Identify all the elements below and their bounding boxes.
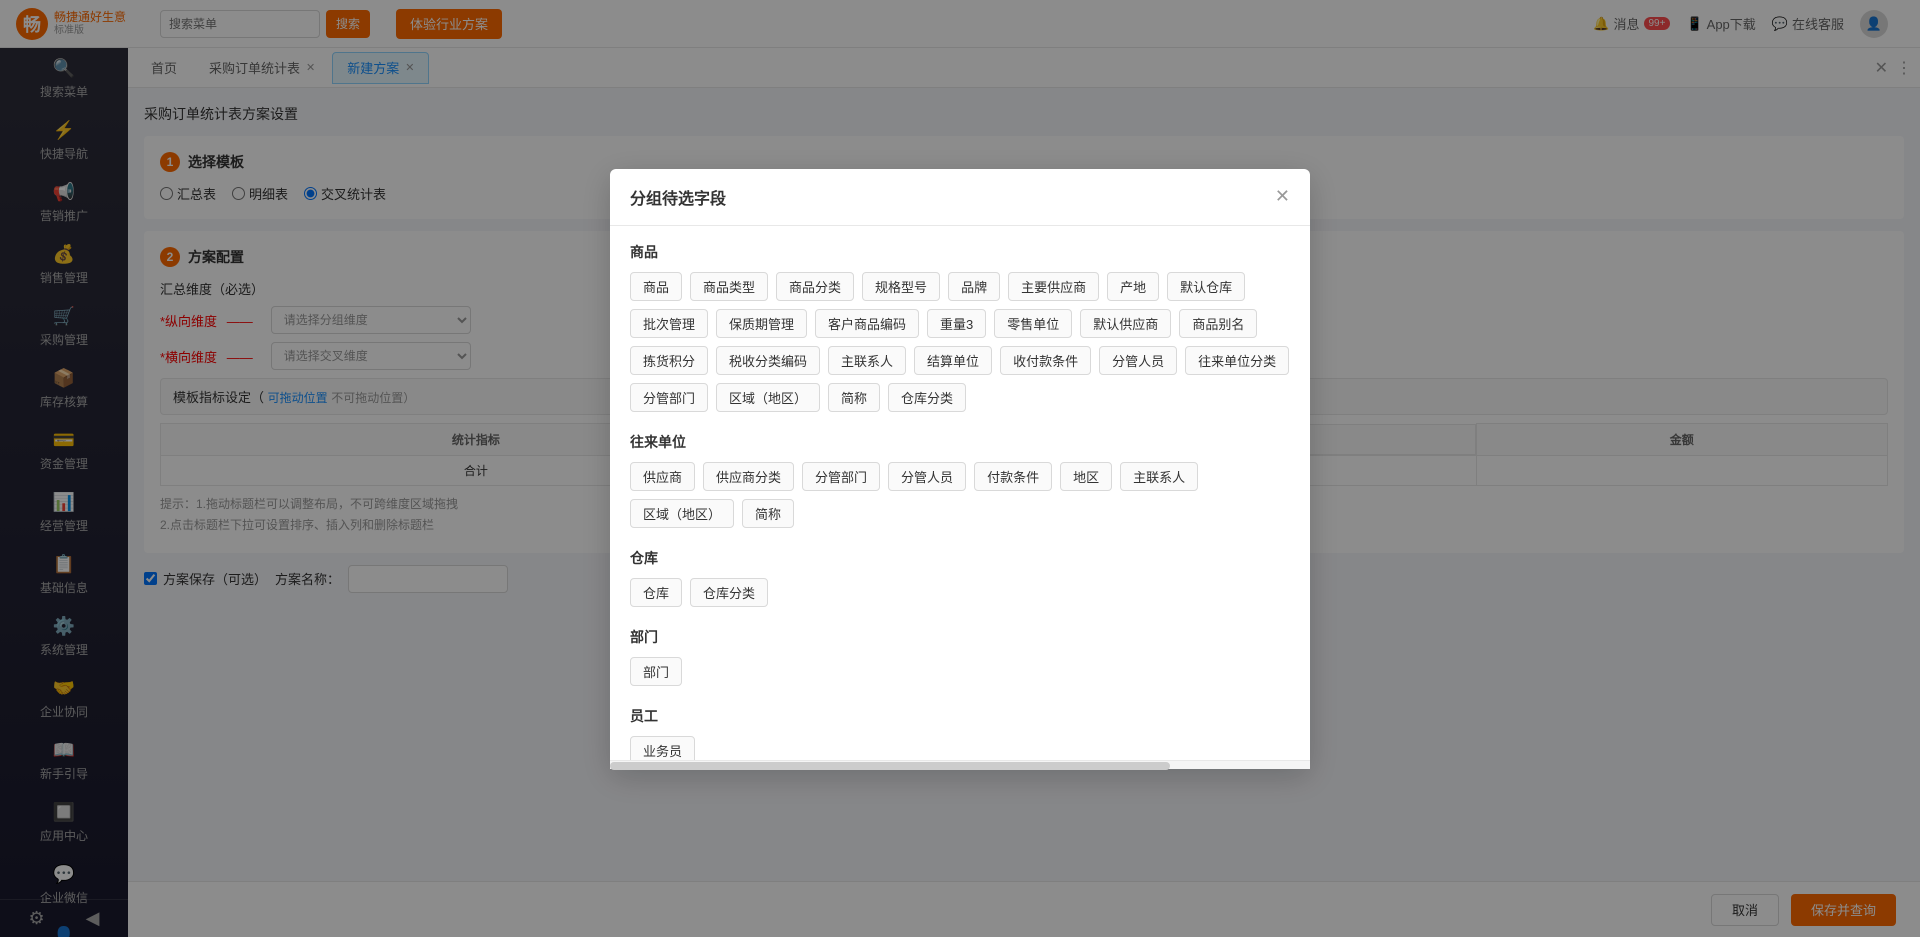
field-tag[interactable]: 仓库分类 xyxy=(690,578,768,607)
field-tag[interactable]: 区域（地区） xyxy=(630,499,734,528)
field-tag[interactable]: 零售单位 xyxy=(994,309,1072,338)
field-tag[interactable]: 主联系人 xyxy=(828,346,906,375)
field-tag[interactable]: 结算单位 xyxy=(914,346,992,375)
field-tag[interactable]: 品牌 xyxy=(948,272,1000,301)
field-tag[interactable]: 主要供应商 xyxy=(1008,272,1099,301)
modal-body: 商品商品商品类型商品分类规格型号品牌主要供应商产地默认仓库批次管理保质期管理客户… xyxy=(610,226,1310,761)
section-title-goods: 商品 xyxy=(630,242,1290,262)
field-tag[interactable]: 简称 xyxy=(828,383,880,412)
field-tag[interactable]: 分管人员 xyxy=(1099,346,1177,375)
field-tag[interactable]: 产地 xyxy=(1107,272,1159,301)
section-title-employee: 员工 xyxy=(630,706,1290,726)
field-tag[interactable]: 区域（地区） xyxy=(716,383,820,412)
section-title-warehouse: 仓库 xyxy=(630,548,1290,568)
field-tag[interactable]: 商品分类 xyxy=(776,272,854,301)
field-grid-partner: 供应商供应商分类分管部门分管人员付款条件地区主联系人区域（地区） 简称 xyxy=(630,462,1290,528)
field-tag[interactable]: 商品类型 xyxy=(690,272,768,301)
modal-header: 分组待选字段 ✕ xyxy=(610,169,1310,226)
modal-title: 分组待选字段 xyxy=(630,185,726,209)
field-tag[interactable]: 商品别名 xyxy=(1179,309,1257,338)
modal: 分组待选字段 ✕ 商品商品商品类型商品分类规格型号品牌主要供应商产地默认仓库批次… xyxy=(610,169,1310,769)
field-grid-employee: 业务员 xyxy=(630,736,1290,761)
field-tag[interactable]: 默认供应商 xyxy=(1080,309,1171,338)
modal-section-goods: 商品商品商品类型商品分类规格型号品牌主要供应商产地默认仓库批次管理保质期管理客户… xyxy=(630,242,1290,412)
field-grid-department: 部门 xyxy=(630,657,1290,686)
field-tag[interactable]: 简称 xyxy=(742,499,794,528)
modal-section-department: 部门部门 xyxy=(630,627,1290,686)
field-grid-warehouse: 仓库仓库分类 xyxy=(630,578,1290,607)
field-tag[interactable]: 仓库分类 xyxy=(888,383,966,412)
field-tag[interactable]: 供应商分类 xyxy=(703,462,794,491)
field-tag[interactable]: 往来单位分类 xyxy=(1185,346,1289,375)
field-tag[interactable]: 保质期管理 xyxy=(716,309,807,338)
field-tag[interactable]: 付款条件 xyxy=(974,462,1052,491)
field-tag[interactable]: 分管部门 xyxy=(630,383,708,412)
field-tag[interactable]: 客户商品编码 xyxy=(815,309,919,338)
field-tag[interactable]: 地区 xyxy=(1060,462,1112,491)
field-tag[interactable]: 规格型号 xyxy=(862,272,940,301)
section-title-department: 部门 xyxy=(630,627,1290,647)
section-title-partner: 往来单位 xyxy=(630,432,1290,452)
field-tag[interactable]: 默认仓库 xyxy=(1167,272,1245,301)
field-tag[interactable]: 分管部门 xyxy=(802,462,880,491)
modal-section-warehouse: 仓库仓库仓库分类 xyxy=(630,548,1290,607)
field-tag[interactable]: 仓库 xyxy=(630,578,682,607)
modal-overlay: 分组待选字段 ✕ 商品商品商品类型商品分类规格型号品牌主要供应商产地默认仓库批次… xyxy=(0,0,1920,937)
field-tag[interactable]: 税收分类编码 xyxy=(716,346,820,375)
field-tag[interactable]: 商品 xyxy=(630,272,682,301)
field-tag[interactable]: 收付款条件 xyxy=(1000,346,1091,375)
field-tag[interactable]: 主联系人 xyxy=(1120,462,1198,491)
modal-horizontal-scrollbar[interactable] xyxy=(610,760,1310,768)
field-tag[interactable]: 供应商 xyxy=(630,462,695,491)
field-tag[interactable]: 批次管理 xyxy=(630,309,708,338)
modal-section-employee: 员工业务员 xyxy=(630,706,1290,761)
field-tag[interactable]: 拣货积分 xyxy=(630,346,708,375)
modal-close-button[interactable]: ✕ xyxy=(1275,186,1290,207)
scrollbar-thumb xyxy=(610,762,1170,770)
field-tag[interactable]: 部门 xyxy=(630,657,682,686)
field-grid-goods: 商品商品类型商品分类规格型号品牌主要供应商产地默认仓库批次管理保质期管理客户商品… xyxy=(630,272,1290,412)
field-tag[interactable]: 业务员 xyxy=(630,736,695,761)
modal-section-partner: 往来单位供应商供应商分类分管部门分管人员付款条件地区主联系人区域（地区） 简称 xyxy=(630,432,1290,528)
field-tag[interactable]: 重量3 xyxy=(927,309,986,338)
field-tag[interactable]: 分管人员 xyxy=(888,462,966,491)
